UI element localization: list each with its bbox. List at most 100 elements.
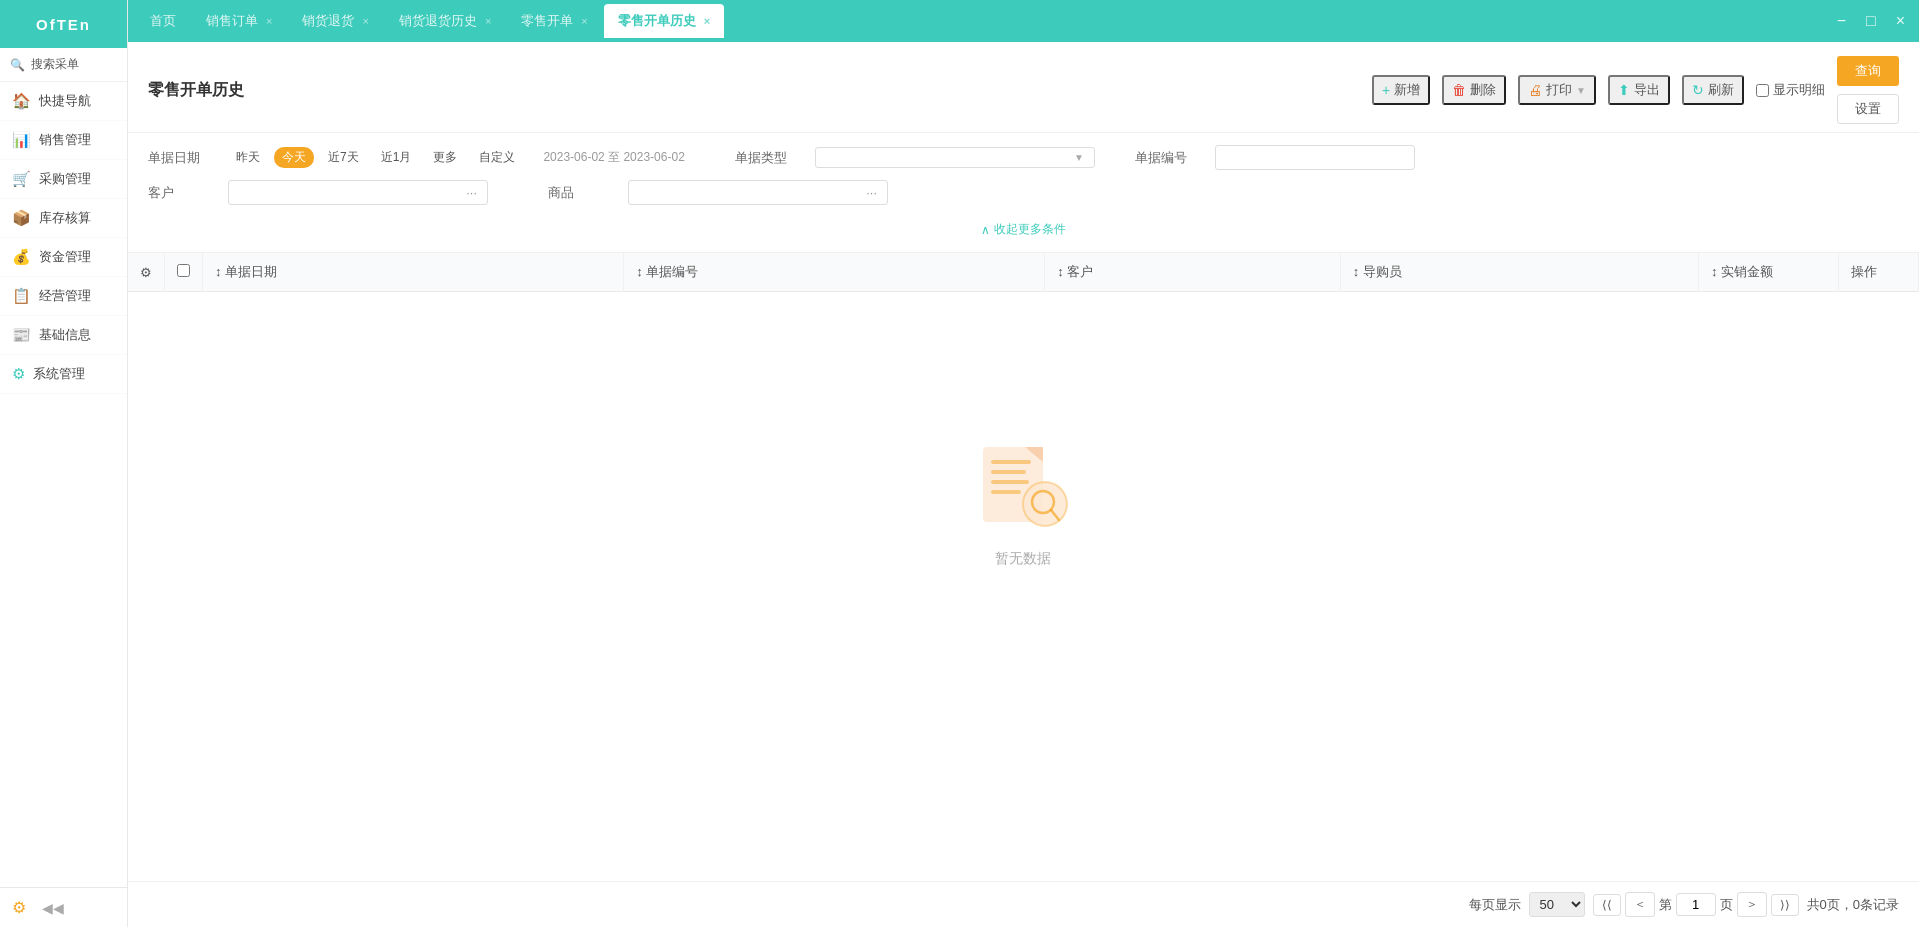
tab-sales-order-label: 销售订单 <box>206 12 258 30</box>
customer-input[interactable] <box>239 185 462 200</box>
setting-button[interactable]: 设置 <box>1837 94 1899 124</box>
window-minimize-icon[interactable]: − <box>1831 10 1852 32</box>
sidebar-search-label: 搜索采单 <box>31 56 79 73</box>
select-all-checkbox[interactable] <box>177 264 190 277</box>
doc-num-input[interactable] <box>1215 145 1415 170</box>
sidebar-item-finance[interactable]: 💰 资金管理 <box>0 238 127 277</box>
filter-dates: 昨天 今天 近7天 近1月 更多 自定义 <box>228 147 523 168</box>
sidebar-nav-label: 资金管理 <box>39 248 91 266</box>
doc-type-select[interactable]: ▼ <box>815 147 1095 168</box>
tab-sales-return-history-label: 销货退货历史 <box>399 12 477 30</box>
goods-label: 商品 <box>548 184 608 202</box>
svg-rect-1 <box>991 460 1031 464</box>
tab-retail-open[interactable]: 零售开单 × <box>507 4 601 38</box>
basic-icon: 📰 <box>12 326 31 344</box>
doc-type-dropdown-icon: ▼ <box>1074 152 1084 163</box>
col-settings[interactable]: ⚙ <box>128 253 165 292</box>
empty-state-cell: 暂无数据 <box>128 292 1919 669</box>
export-button[interactable]: ⬆ 导出 <box>1608 75 1670 105</box>
svg-rect-4 <box>991 490 1021 494</box>
col-date[interactable]: ↕ 单据日期 <box>203 253 624 292</box>
add-button[interactable]: + 新增 <box>1372 75 1430 105</box>
col-amount[interactable]: ↕ 实销金额 <box>1699 253 1839 292</box>
print-button[interactable]: 🖨 打印 ▼ <box>1518 75 1596 105</box>
customer-input-wrap: ··· <box>228 180 488 205</box>
tab-sales-return-label: 销货退货 <box>302 12 354 30</box>
display-detail-checkbox[interactable] <box>1756 84 1769 97</box>
tab-retail-open-history-close[interactable]: × <box>704 15 710 27</box>
date-btn-yesterday[interactable]: 昨天 <box>228 147 268 168</box>
sidebar-item-basic[interactable]: 📰 基础信息 <box>0 316 127 355</box>
date-btn-last1month[interactable]: 近1月 <box>373 147 420 168</box>
tab-retail-open-label: 零售开单 <box>521 12 573 30</box>
display-detail-checkbox-label[interactable]: 显示明细 <box>1756 81 1825 99</box>
tab-sales-return-close[interactable]: × <box>362 15 368 27</box>
first-page-button[interactable]: ⟨⟨ <box>1593 894 1621 916</box>
date-btn-more[interactable]: 更多 <box>425 147 465 168</box>
sales-icon: 📊 <box>12 131 31 149</box>
date-btn-custom[interactable]: 自定义 <box>471 147 523 168</box>
sidebar-nav-label: 快捷导航 <box>39 92 91 110</box>
col-customer-label: ↕ 客户 <box>1057 264 1093 279</box>
tab-retail-open-history-label: 零售开单历史 <box>618 12 696 30</box>
sidebar-bottom: ⚙ ◀◀ <box>0 887 127 927</box>
col-number[interactable]: ↕ 单据编号 <box>624 253 1045 292</box>
per-page-label: 每页显示 <box>1469 896 1521 914</box>
col-date-label: ↕ 单据日期 <box>215 264 277 279</box>
collapse-filter-bar[interactable]: ∧ 收起更多条件 <box>148 215 1899 240</box>
tab-sales-order-close[interactable]: × <box>266 15 272 27</box>
sidebar-item-search[interactable]: 🔍 搜索采单 <box>0 48 127 82</box>
tab-sales-order[interactable]: 销售订单 × <box>192 4 286 38</box>
sidebar-item-quick-nav[interactable]: 🏠 快捷导航 <box>0 82 127 121</box>
sidebar-item-system[interactable]: ⚙ 系统管理 <box>0 355 127 394</box>
tab-retail-open-close[interactable]: × <box>581 15 587 27</box>
delete-label: 删除 <box>1470 81 1496 99</box>
date-btn-last7days[interactable]: 近7天 <box>320 147 367 168</box>
col-customer[interactable]: ↕ 客户 <box>1045 253 1340 292</box>
sidebar-item-inventory[interactable]: 📦 库存核算 <box>0 199 127 238</box>
export-icon: ⬆ <box>1618 82 1630 98</box>
gear-icon[interactable]: ⚙ <box>140 265 152 280</box>
empty-state-row: 暂无数据 <box>128 292 1919 669</box>
date-btn-today[interactable]: 今天 <box>274 147 314 168</box>
sidebar-item-operation[interactable]: 📋 经营管理 <box>0 277 127 316</box>
inventory-icon: 📦 <box>12 209 31 227</box>
sidebar-item-purchase[interactable]: 🛒 采购管理 <box>0 160 127 199</box>
window-close-icon[interactable]: × <box>1890 10 1911 32</box>
date-label: 单据日期 <box>148 149 208 167</box>
goods-input[interactable] <box>639 185 862 200</box>
collapse-sidebar-icon[interactable]: ◀◀ <box>42 900 64 916</box>
col-guide[interactable]: ↕ 导购员 <box>1340 253 1698 292</box>
refresh-button[interactable]: ↻ 刷新 <box>1682 75 1744 105</box>
next-page-button[interactable]: ＞ <box>1737 892 1767 917</box>
data-table: ⚙ ↕ 单据日期 ↕ 单据编号 ↕ 客户 <box>128 253 1919 668</box>
page-number-input[interactable] <box>1676 893 1716 916</box>
settings-bottom-icon[interactable]: ⚙ <box>12 898 26 917</box>
tab-sales-return[interactable]: 销货退货 × <box>288 4 382 38</box>
goods-input-wrap: ··· <box>628 180 888 205</box>
customer-ellipsis-icon[interactable]: ··· <box>466 185 477 200</box>
col-actions: 操作 <box>1839 253 1919 292</box>
col-checkbox[interactable] <box>165 253 203 292</box>
system-icon: ⚙ <box>12 365 25 383</box>
purchase-icon: 🛒 <box>12 170 31 188</box>
sidebar: OfTEn 🔍 搜索采单 🏠 快捷导航 📊 销售管理 🛒 采购管理 📦 库存核算… <box>0 0 128 927</box>
sidebar-nav-label: 采购管理 <box>39 170 91 188</box>
delete-button[interactable]: 🗑 删除 <box>1442 75 1506 105</box>
sidebar-nav-label: 库存核算 <box>39 209 91 227</box>
query-button[interactable]: 查询 <box>1837 56 1899 86</box>
per-page-select[interactable]: 10 20 50 100 <box>1529 892 1585 917</box>
prev-page-button[interactable]: ＜ <box>1625 892 1655 917</box>
goods-ellipsis-icon[interactable]: ··· <box>866 185 877 200</box>
finance-icon: 💰 <box>12 248 31 266</box>
tab-sales-return-history-close[interactable]: × <box>485 15 491 27</box>
table-body: 暂无数据 <box>128 292 1919 669</box>
sidebar-item-sales[interactable]: 📊 销售管理 <box>0 121 127 160</box>
tab-sales-return-history[interactable]: 销货退货历史 × <box>385 4 505 38</box>
home-icon: 🏠 <box>12 92 31 110</box>
tab-home[interactable]: 首页 <box>136 4 190 38</box>
last-page-button[interactable]: ⟩⟩ <box>1771 894 1799 916</box>
sidebar-nav-label: 经营管理 <box>39 287 91 305</box>
window-maximize-icon[interactable]: □ <box>1860 10 1882 32</box>
tab-retail-open-history[interactable]: 零售开单历史 × <box>604 4 724 38</box>
